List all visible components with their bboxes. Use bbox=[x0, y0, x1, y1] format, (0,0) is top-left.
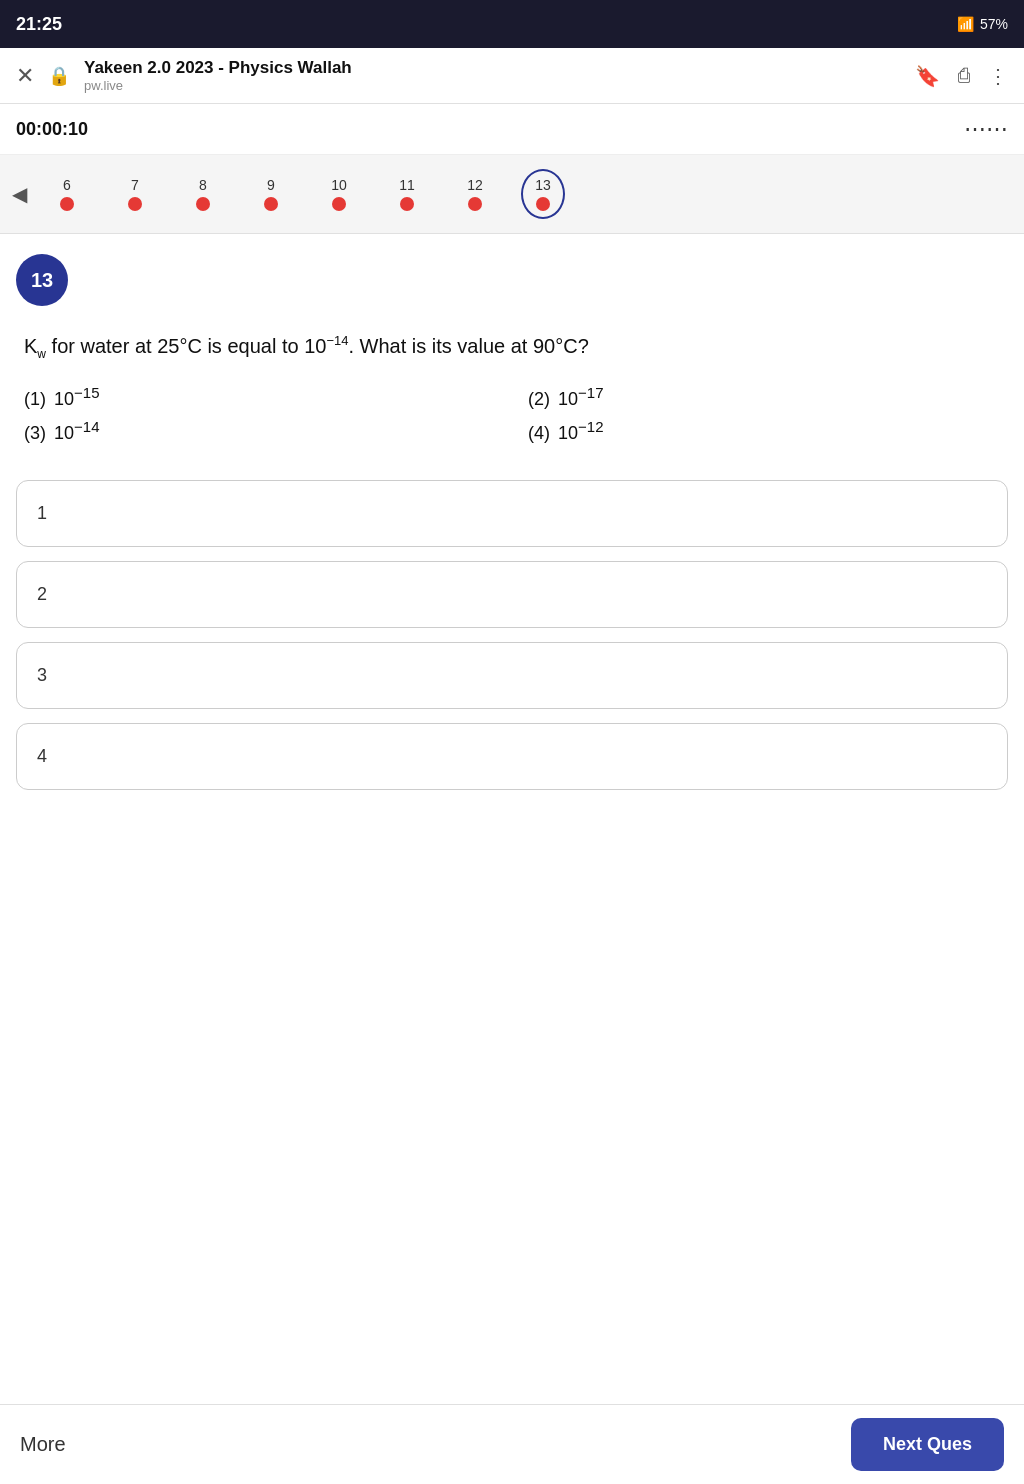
option-1[interactable]: (1) 10−15 bbox=[24, 384, 496, 410]
strip-left-arrow[interactable]: ◀ bbox=[8, 182, 31, 206]
status-bar: 21:25 📶 57% bbox=[0, 0, 1024, 48]
question-dot-6 bbox=[60, 197, 74, 211]
battery-icon: 57% bbox=[980, 16, 1008, 32]
question-dot-12 bbox=[468, 197, 482, 211]
question-nav-item-8[interactable]: 8 bbox=[171, 177, 235, 211]
answer-box-1[interactable]: 1 bbox=[16, 480, 1008, 547]
close-button[interactable]: ✕ bbox=[16, 63, 34, 89]
question-nav-item-11[interactable]: 11 bbox=[375, 177, 439, 211]
options-grid: (1) 10−15 (2) 10−17 (3) 10−14 (4) 10−12 bbox=[24, 384, 1000, 444]
question-dot-7 bbox=[128, 197, 142, 211]
question-navigation-strip: ◀ 6 7 8 9 10 11 12 13 bbox=[0, 155, 1024, 234]
lock-icon: 🔒 bbox=[48, 65, 70, 87]
option-3[interactable]: (3) 10−14 bbox=[24, 418, 496, 444]
more-button[interactable]: More bbox=[20, 1433, 66, 1456]
grid-icon[interactable]: ⋯⋯ bbox=[964, 116, 1008, 142]
question-dot-10 bbox=[332, 197, 346, 211]
browser-header: ✕ 🔒 Yakeen 2.0 2023 - Physics Wallah pw.… bbox=[0, 48, 1024, 104]
status-icons: 📶 57% bbox=[957, 16, 1008, 32]
question-dot-11 bbox=[400, 197, 414, 211]
answer-box-4[interactable]: 4 bbox=[16, 723, 1008, 790]
status-time: 21:25 bbox=[16, 14, 62, 35]
timer-bar: 00:00:10 ⋯⋯ bbox=[0, 104, 1024, 155]
question-nav-item-13[interactable]: 13 bbox=[511, 169, 575, 219]
question-dot-13 bbox=[536, 197, 550, 211]
kw-subscript: w bbox=[37, 347, 46, 361]
answer-boxes: 1 2 3 4 bbox=[0, 468, 1024, 802]
bottom-bar: More Next Ques bbox=[0, 1404, 1024, 1484]
option-4[interactable]: (4) 10−12 bbox=[528, 418, 1000, 444]
question-nav-item-10[interactable]: 10 bbox=[307, 177, 371, 211]
option-2[interactable]: (2) 10−17 bbox=[528, 384, 1000, 410]
bookmark-icon[interactable]: 🔖 bbox=[915, 64, 940, 88]
answer-box-2[interactable]: 2 bbox=[16, 561, 1008, 628]
browser-title-group: Yakeen 2.0 2023 - Physics Wallah pw.live bbox=[84, 58, 901, 93]
timer-display: 00:00:10 bbox=[16, 119, 88, 140]
share-icon[interactable]: ⎙ bbox=[958, 64, 970, 87]
next-question-button[interactable]: Next Ques bbox=[851, 1418, 1004, 1471]
question-nav-item-9[interactable]: 9 bbox=[239, 177, 303, 211]
lte-icon: 📶 bbox=[957, 16, 974, 32]
question-nav-item-6[interactable]: 6 bbox=[35, 177, 99, 211]
question-text: Kw for water at 25°C is equal to 10−14. … bbox=[24, 330, 1000, 364]
browser-title: Yakeen 2.0 2023 - Physics Wallah bbox=[84, 58, 901, 78]
answer-box-3[interactable]: 3 bbox=[16, 642, 1008, 709]
browser-url: pw.live bbox=[84, 78, 901, 93]
question-number-badge: 13 bbox=[16, 254, 68, 306]
question-content: Kw for water at 25°C is equal to 10−14. … bbox=[0, 306, 1024, 468]
question-nav-item-7[interactable]: 7 bbox=[103, 177, 167, 211]
question-dot-8 bbox=[196, 197, 210, 211]
exp-minus14: −14 bbox=[326, 333, 348, 348]
question-dot-9 bbox=[264, 197, 278, 211]
question-badge: 13 bbox=[16, 254, 1008, 306]
more-options-icon[interactable]: ⋮ bbox=[988, 64, 1008, 88]
question-nav-item-12[interactable]: 12 bbox=[443, 177, 507, 211]
browser-actions: 🔖 ⎙ ⋮ bbox=[915, 64, 1008, 88]
